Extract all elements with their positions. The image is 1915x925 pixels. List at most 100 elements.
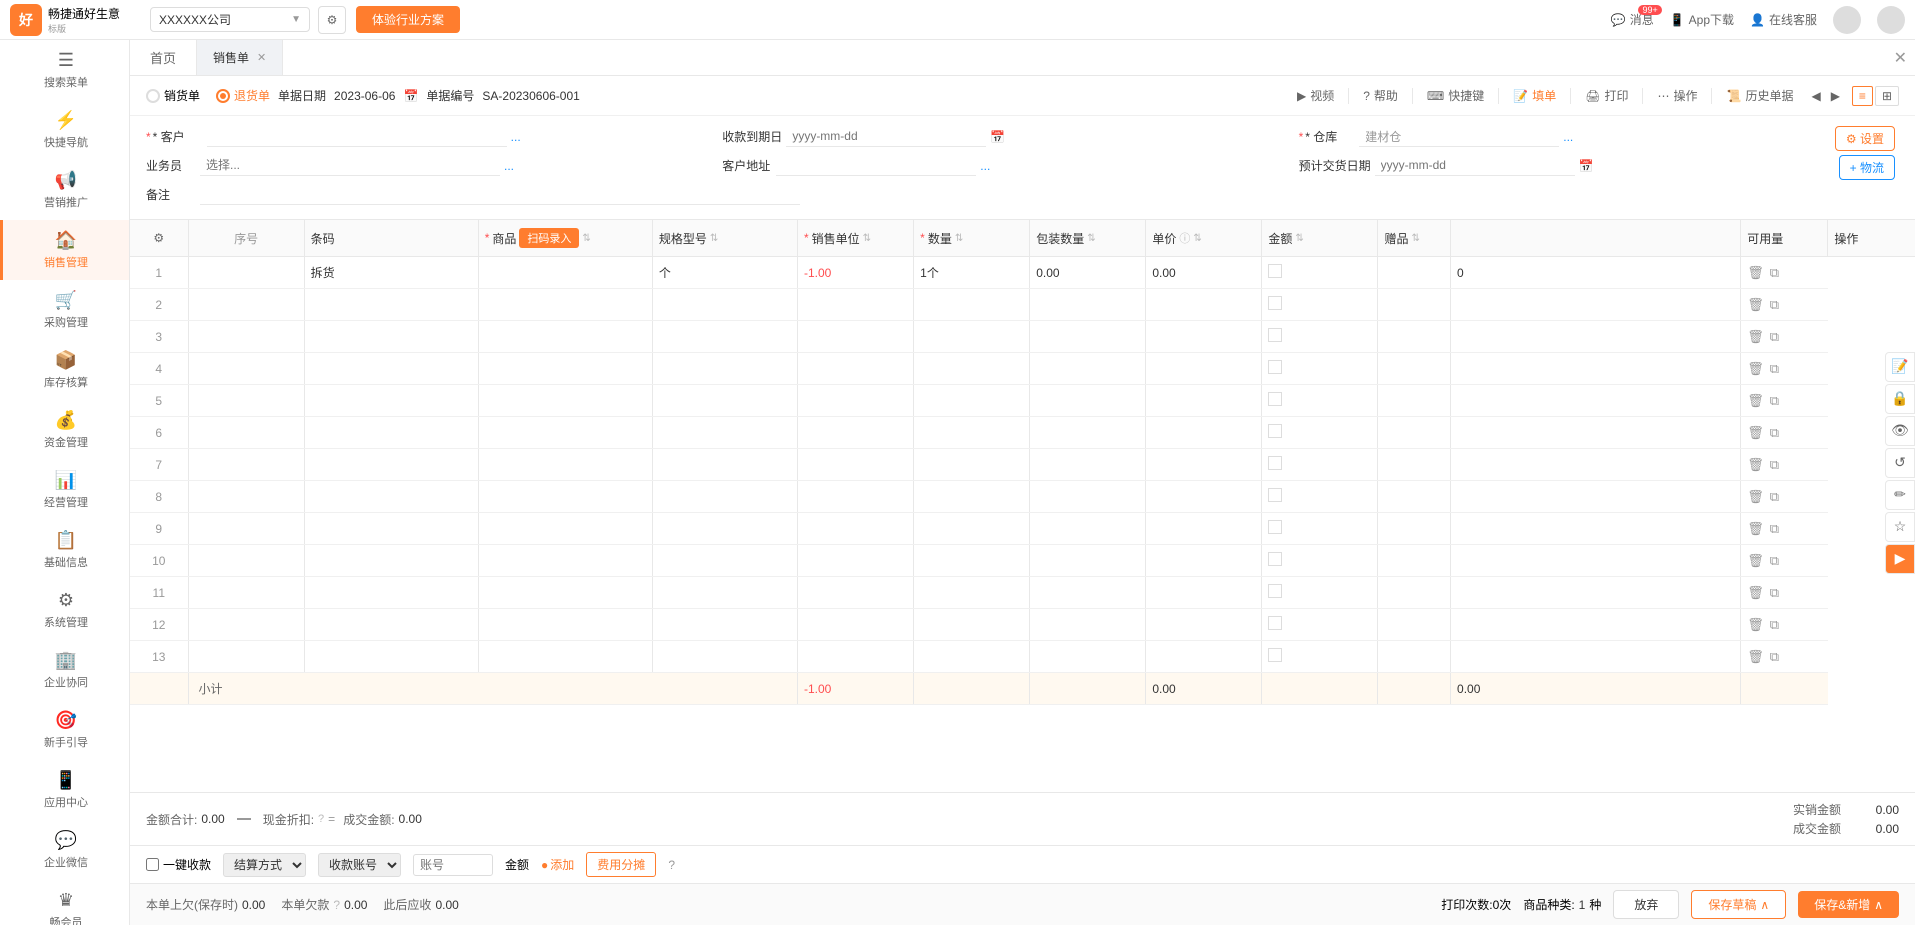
r4-delete-icon[interactable]: 🗑 [1747, 361, 1764, 377]
save-draft-button[interactable]: 保存草稿 ∧ [1691, 890, 1786, 919]
r5a[interactable] [1146, 385, 1262, 417]
toolbar-history[interactable]: 📜 历史单据 [1720, 84, 1799, 107]
user-avatar-extra[interactable] [1877, 6, 1905, 34]
r10a[interactable] [1146, 545, 1262, 577]
r5s[interactable] [478, 385, 652, 417]
row1-pkg[interactable]: 1个 [914, 257, 1030, 289]
window-close-button[interactable]: ✕ [1894, 48, 1907, 68]
r8b[interactable] [188, 481, 304, 513]
r2s[interactable] [478, 289, 652, 321]
customer-input[interactable] [207, 126, 507, 147]
th-price-sort-icon[interactable]: ⇅ [1193, 233, 1201, 244]
r9-gift-checkbox[interactable] [1268, 520, 1282, 534]
row1-copy-icon[interactable]: ⧉ [1770, 265, 1779, 281]
customer-addr-ellipsis-button[interactable]: ... [980, 159, 990, 173]
r8-gift-checkbox[interactable] [1268, 488, 1282, 502]
th-product-sort-icon[interactable]: ⇅ [582, 233, 590, 244]
float-star-button[interactable]: ☆ [1885, 512, 1915, 542]
r8q[interactable] [797, 481, 913, 513]
radio-sales[interactable]: 销货单 [146, 87, 200, 104]
r6-copy-icon[interactable]: ⧉ [1770, 425, 1779, 441]
toolbar-template[interactable]: 📝 填单 [1507, 84, 1562, 107]
sidebar-item-sales[interactable]: 🏠 销售管理 [0, 220, 129, 280]
row1-qty[interactable]: -1.00 [797, 257, 913, 289]
r5-gift-checkbox[interactable] [1268, 392, 1282, 406]
message-button[interactable]: 💬 消息 99+ [1611, 11, 1654, 28]
arrears-info-icon[interactable]: ? [333, 898, 340, 912]
r7s[interactable] [478, 449, 652, 481]
th-pkg-sort-icon[interactable]: ⇅ [1087, 233, 1095, 244]
r6pr[interactable] [1030, 417, 1146, 449]
r3s[interactable] [478, 321, 652, 353]
r12b[interactable] [188, 609, 304, 641]
r4p[interactable] [304, 353, 478, 385]
r12-delete-icon[interactable]: 🗑 [1747, 617, 1764, 633]
r4-copy-icon[interactable]: ⧉ [1770, 361, 1779, 377]
row1-barcode[interactable] [188, 257, 304, 289]
r12q[interactable] [797, 609, 913, 641]
r7b[interactable] [188, 449, 304, 481]
payment-method-select[interactable]: 结算方式 [223, 853, 306, 877]
quick-pay-checkbox[interactable] [146, 858, 159, 871]
r6s[interactable] [478, 417, 652, 449]
r8pk[interactable] [914, 481, 1030, 513]
r12s[interactable] [478, 609, 652, 641]
r11q[interactable] [797, 577, 913, 609]
sidebar-item-capital[interactable]: 💰 资金管理 [0, 400, 129, 460]
experience-button[interactable]: 体验行业方案 [356, 6, 460, 33]
discount-info-icon[interactable]: ? [318, 813, 324, 825]
r10-copy-icon[interactable]: ⧉ [1770, 553, 1779, 569]
view-grid-button[interactable]: ⊞ [1875, 86, 1899, 106]
expected-date-input[interactable] [1375, 155, 1575, 176]
expense-help-icon[interactable]: ? [668, 858, 675, 872]
r11s[interactable] [478, 577, 652, 609]
sidebar-item-basic[interactable]: 📋 基础信息 [0, 520, 129, 580]
r13b[interactable] [188, 641, 304, 673]
r7a[interactable] [1146, 449, 1262, 481]
th-gift-sort-icon[interactable]: ⇅ [1412, 233, 1420, 244]
th-qty-sort-icon[interactable]: ⇅ [955, 233, 963, 244]
r10b[interactable] [188, 545, 304, 577]
r6-delete-icon[interactable]: 🗑 [1747, 425, 1764, 441]
r9b[interactable] [188, 513, 304, 545]
sidebar-item-shortcut[interactable]: ⚡ 快捷导航 [0, 100, 129, 160]
th-settings[interactable]: ⚙ [130, 220, 188, 257]
r9pr[interactable] [1030, 513, 1146, 545]
r12pk[interactable] [914, 609, 1030, 641]
r2q[interactable] [797, 289, 913, 321]
r9q[interactable] [797, 513, 913, 545]
service-button[interactable]: 👤 在线客服 [1750, 11, 1817, 28]
r4g[interactable] [1262, 353, 1378, 385]
r7pk[interactable] [914, 449, 1030, 481]
r11pr[interactable] [1030, 577, 1146, 609]
row1-price[interactable]: 0.00 [1030, 257, 1146, 289]
salesperson-ellipsis-button[interactable]: ... [504, 159, 514, 173]
r12g[interactable] [1262, 609, 1378, 641]
r13-delete-icon[interactable]: 🗑 [1747, 649, 1764, 665]
r3pr[interactable] [1030, 321, 1146, 353]
r8-delete-icon[interactable]: 🗑 [1747, 489, 1764, 505]
r5u[interactable] [652, 385, 797, 417]
r9-copy-icon[interactable]: ⧉ [1770, 521, 1779, 537]
r13s[interactable] [478, 641, 652, 673]
r12-copy-icon[interactable]: ⧉ [1770, 617, 1779, 633]
customer-ellipsis-button[interactable]: ... [511, 130, 521, 144]
r10q[interactable] [797, 545, 913, 577]
float-action-button[interactable]: ▶ [1885, 544, 1915, 574]
r7-copy-icon[interactable]: ⧉ [1770, 457, 1779, 473]
due-date-calendar-icon[interactable]: 📅 [990, 130, 1005, 144]
r13pk[interactable] [914, 641, 1030, 673]
r4a[interactable] [1146, 353, 1262, 385]
app-download-button[interactable]: 📱 App下载 [1670, 11, 1734, 28]
r10p[interactable] [304, 545, 478, 577]
row1-unit[interactable]: 个 [652, 257, 797, 289]
r13-copy-icon[interactable]: ⧉ [1770, 649, 1779, 665]
r2p[interactable] [304, 289, 478, 321]
r8u[interactable] [652, 481, 797, 513]
r10s[interactable] [478, 545, 652, 577]
r4pr[interactable] [1030, 353, 1146, 385]
sidebar-item-inventory[interactable]: 📦 库存核算 [0, 340, 129, 400]
tab-sales-order[interactable]: 销售单 ✕ [197, 40, 283, 75]
th-amount-sort-icon[interactable]: ⇅ [1295, 233, 1303, 244]
sidebar-item-search[interactable]: ☰ 搜索菜单 [0, 40, 129, 100]
